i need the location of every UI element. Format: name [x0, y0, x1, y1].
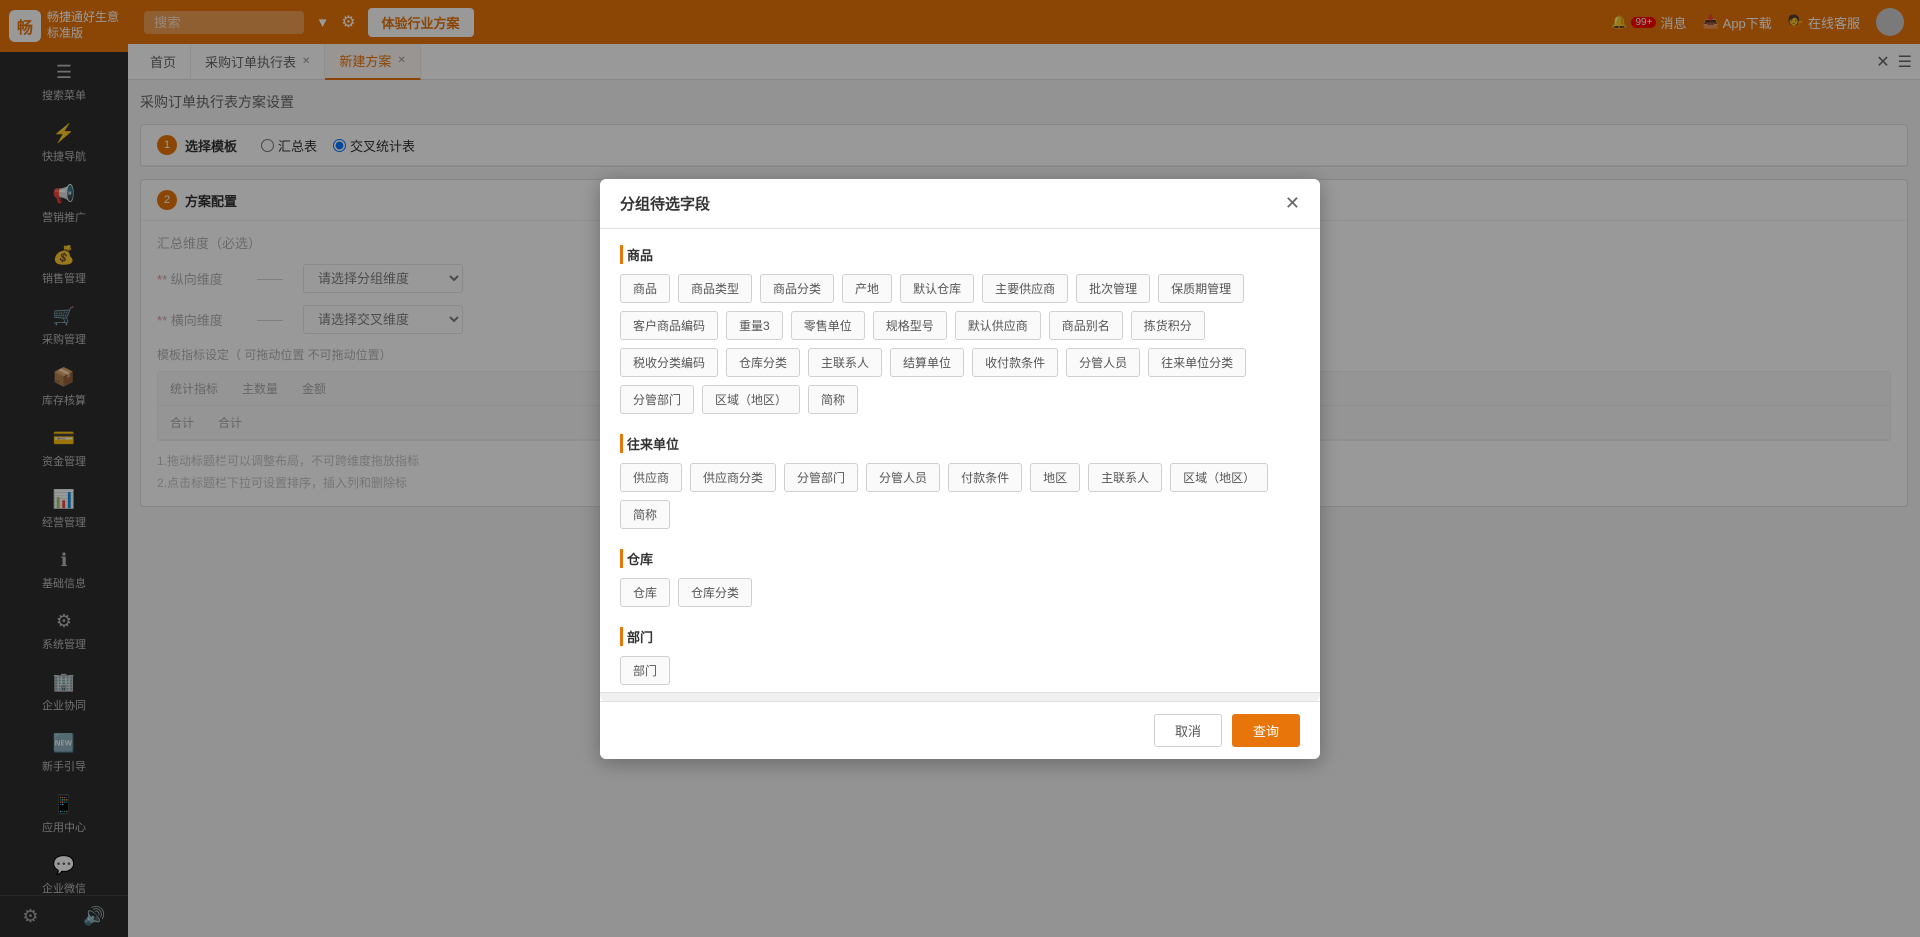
chip-product-21[interactable]: 往来单位分类	[1148, 348, 1246, 377]
modal-overlay: 分组待选字段 ✕ 商品 商品 商品类型 商品分类 产地 默认仓库 主要供应商 批…	[0, 0, 1920, 937]
chip-product-16[interactable]: 仓库分类	[726, 348, 800, 377]
chip-product-12[interactable]: 默认供应商	[955, 311, 1041, 340]
chip-product-9[interactable]: 重量3	[726, 311, 783, 340]
chip-product-17[interactable]: 主联系人	[808, 348, 882, 377]
chip-product-14[interactable]: 拣货积分	[1131, 311, 1205, 340]
chip-partner-5[interactable]: 地区	[1030, 463, 1080, 492]
modal-confirm-btn[interactable]: 查询	[1232, 714, 1300, 747]
chip-warehouse-1[interactable]: 仓库分类	[678, 578, 752, 607]
chip-product-5[interactable]: 主要供应商	[982, 274, 1068, 303]
field-group-department: 部门 部门	[620, 627, 1300, 685]
field-group-product: 商品 商品 商品类型 商品分类 产地 默认仓库 主要供应商 批次管理 保质期管理…	[620, 245, 1300, 414]
chip-product-7[interactable]: 保质期管理	[1158, 274, 1244, 303]
chip-warehouse-0[interactable]: 仓库	[620, 578, 670, 607]
field-group-warehouse-title: 仓库	[620, 549, 1300, 568]
modal-cancel-btn[interactable]: 取消	[1154, 714, 1222, 747]
chip-product-20[interactable]: 分管人员	[1066, 348, 1140, 377]
chip-product-15[interactable]: 税收分类编码	[620, 348, 718, 377]
chip-partner-1[interactable]: 供应商分类	[690, 463, 776, 492]
chip-product-1[interactable]: 商品类型	[678, 274, 752, 303]
chip-partner-0[interactable]: 供应商	[620, 463, 682, 492]
chip-partner-8[interactable]: 简称	[620, 500, 670, 529]
chip-product-19[interactable]: 收付款条件	[972, 348, 1058, 377]
chip-product-8[interactable]: 客户商品编码	[620, 311, 718, 340]
chip-product-3[interactable]: 产地	[842, 274, 892, 303]
chip-product-22[interactable]: 分管部门	[620, 385, 694, 414]
chip-product-18[interactable]: 结算单位	[890, 348, 964, 377]
chip-partner-6[interactable]: 主联系人	[1088, 463, 1162, 492]
modal-footer: 取消 查询	[600, 701, 1320, 759]
modal-hscroll[interactable]	[600, 692, 1320, 700]
field-select-modal: 分组待选字段 ✕ 商品 商品 商品类型 商品分类 产地 默认仓库 主要供应商 批…	[600, 179, 1320, 759]
chip-partner-2[interactable]: 分管部门	[784, 463, 858, 492]
chip-product-24[interactable]: 简称	[808, 385, 858, 414]
chip-product-10[interactable]: 零售单位	[791, 311, 865, 340]
field-chips-warehouse: 仓库 仓库分类	[620, 578, 1300, 607]
chip-product-23[interactable]: 区域（地区）	[702, 385, 800, 414]
modal-body: 商品 商品 商品类型 商品分类 产地 默认仓库 主要供应商 批次管理 保质期管理…	[600, 229, 1320, 693]
field-group-warehouse: 仓库 仓库 仓库分类	[620, 549, 1300, 607]
field-chips-department: 部门	[620, 656, 1300, 685]
field-group-product-title: 商品	[620, 245, 1300, 264]
field-chips-partner: 供应商 供应商分类 分管部门 分管人员 付款条件 地区 主联系人 区域（地区） …	[620, 463, 1300, 529]
chip-department-0[interactable]: 部门	[620, 656, 670, 685]
chip-partner-3[interactable]: 分管人员	[866, 463, 940, 492]
chip-product-2[interactable]: 商品分类	[760, 274, 834, 303]
chip-product-0[interactable]: 商品	[620, 274, 670, 303]
modal-header: 分组待选字段 ✕	[600, 179, 1320, 229]
modal-title: 分组待选字段	[620, 193, 710, 214]
chip-partner-7[interactable]: 区域（地区）	[1170, 463, 1268, 492]
chip-partner-4[interactable]: 付款条件	[948, 463, 1022, 492]
field-group-partner: 往来单位 供应商 供应商分类 分管部门 分管人员 付款条件 地区 主联系人 区域…	[620, 434, 1300, 529]
field-chips-product: 商品 商品类型 商品分类 产地 默认仓库 主要供应商 批次管理 保质期管理 客户…	[620, 274, 1300, 414]
chip-product-4[interactable]: 默认仓库	[900, 274, 974, 303]
modal-close-btn[interactable]: ✕	[1285, 193, 1300, 214]
field-group-partner-title: 往来单位	[620, 434, 1300, 453]
chip-product-13[interactable]: 商品别名	[1049, 311, 1123, 340]
field-group-department-title: 部门	[620, 627, 1300, 646]
chip-product-11[interactable]: 规格型号	[873, 311, 947, 340]
chip-product-6[interactable]: 批次管理	[1076, 274, 1150, 303]
